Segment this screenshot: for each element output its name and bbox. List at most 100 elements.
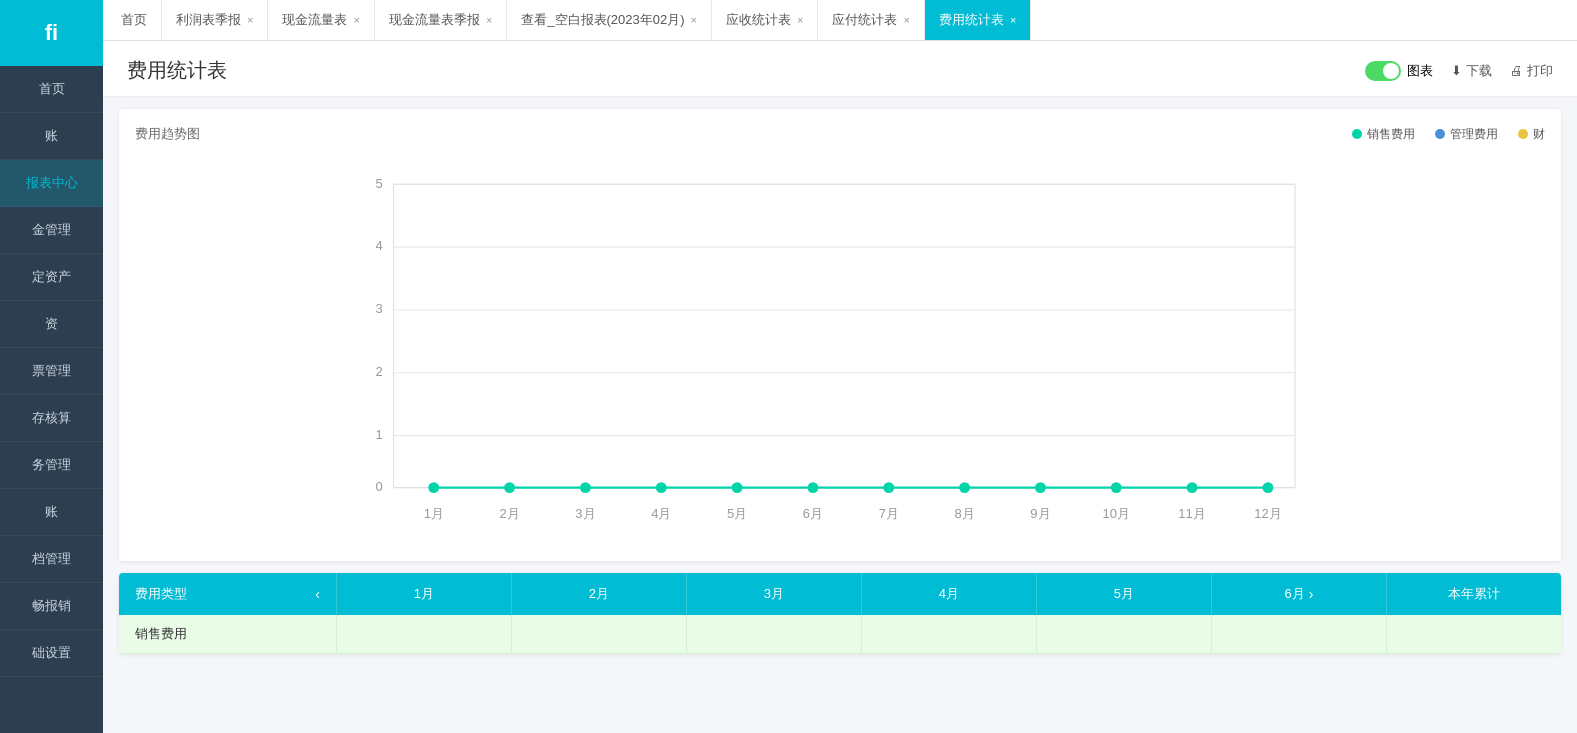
svg-text:0: 0 (376, 479, 383, 494)
td-sales-4 (862, 615, 1037, 653)
print-icon: 🖨 (1510, 63, 1523, 78)
next-month-button[interactable]: › (1309, 586, 1314, 602)
svg-text:5月: 5月 (727, 506, 747, 521)
th-month-4: 4月 (862, 573, 1037, 615)
td-sales-ytd (1387, 615, 1561, 653)
svg-point-28 (656, 482, 667, 493)
th-month-3: 3月 (687, 573, 862, 615)
svg-point-30 (808, 482, 819, 493)
download-button[interactable]: ⬇ 下载 (1451, 62, 1492, 80)
download-icon: ⬇ (1451, 63, 1462, 78)
tab-close-cashflow[interactable]: × (353, 14, 359, 26)
svg-text:6月: 6月 (803, 506, 823, 521)
svg-text:4月: 4月 (651, 506, 671, 521)
td-sales-5 (1037, 615, 1212, 653)
sidebar-item-home[interactable]: 首页 (0, 66, 103, 113)
tab-receivable[interactable]: 应收统计表 × (712, 0, 818, 40)
td-sales-1 (337, 615, 512, 653)
chart-toggle-wrapper: 图表 (1365, 61, 1433, 81)
chart-container: 5 4 3 2 1 0 1月 2月 (135, 155, 1545, 545)
svg-text:7月: 7月 (879, 506, 899, 521)
svg-point-34 (1111, 482, 1122, 493)
page-header: 费用统计表 图表 ⬇ 下载 🖨 打印 (103, 41, 1577, 97)
sidebar-logo: fi (0, 0, 103, 66)
svg-point-31 (883, 482, 894, 493)
content-area: 费用统计表 图表 ⬇ 下载 🖨 打印 费用趋势图 (103, 41, 1577, 733)
legend-dot-sales (1352, 129, 1362, 139)
tab-close-cashflow-quarterly[interactable]: × (486, 14, 492, 26)
tab-expense-stats[interactable]: 费用统计表 × (925, 0, 1031, 40)
tab-close-receivable[interactable]: × (797, 14, 803, 26)
sidebar-item-inventory[interactable]: 存核算 (0, 395, 103, 442)
legend-dot-admin (1435, 129, 1445, 139)
td-sales-2 (512, 615, 687, 653)
sidebar-item-settings[interactable]: 础设置 (0, 630, 103, 677)
chart-header: 费用趋势图 销售费用 管理费用 财 (135, 125, 1545, 143)
legend-label-sales: 销售费用 (1367, 126, 1415, 143)
svg-point-25 (428, 482, 439, 493)
page-title: 费用统计表 (127, 57, 227, 84)
chart-title: 费用趋势图 (135, 125, 200, 143)
td-sales-6 (1212, 615, 1387, 653)
svg-text:2月: 2月 (499, 506, 519, 521)
legend-sales: 销售费用 (1352, 126, 1415, 143)
svg-point-32 (959, 482, 970, 493)
svg-rect-12 (394, 184, 1295, 487)
svg-text:3月: 3月 (575, 506, 595, 521)
th-type: 费用类型 ‹ (119, 573, 337, 615)
print-button[interactable]: 🖨 打印 (1510, 62, 1553, 80)
legend-label-finance: 财 (1533, 126, 1545, 143)
sidebar-item-archive[interactable]: 档管理 (0, 536, 103, 583)
tab-profit-quarterly[interactable]: 利润表季报 × (162, 0, 268, 40)
svg-point-29 (732, 482, 743, 493)
sidebar: fi 首页 账 报表中心 金管理 定资产 资 票管理 存核算 务管理 账 档管理… (0, 0, 103, 733)
th-month-6: 6月 › (1212, 573, 1387, 615)
sidebar-item-assets[interactable]: 定资产 (0, 254, 103, 301)
legend-admin: 管理费用 (1435, 126, 1498, 143)
td-sales-type: 销售费用 (119, 615, 337, 653)
tab-payable[interactable]: 应付统计表 × (818, 0, 924, 40)
sidebar-item-capital[interactable]: 资 (0, 301, 103, 348)
tab-close-payable[interactable]: × (903, 14, 909, 26)
sidebar-item-expense[interactable]: 畅报销 (0, 583, 103, 630)
chart-section: 费用趋势图 销售费用 管理费用 财 (119, 109, 1561, 561)
svg-text:10月: 10月 (1103, 506, 1130, 521)
sidebar-item-account[interactable]: 账 (0, 113, 103, 160)
sidebar-item-invoice[interactable]: 票管理 (0, 348, 103, 395)
tab-close-expense-stats[interactable]: × (1010, 14, 1016, 26)
sidebar-item-ledger[interactable]: 账 (0, 489, 103, 536)
th-month-5: 5月 (1037, 573, 1212, 615)
tab-close-blank-report[interactable]: × (691, 14, 697, 26)
data-table: 费用类型 ‹ 1月 2月 3月 4月 5月 6月 › 本年累计 销售费用 (119, 573, 1561, 654)
chart-legend: 销售费用 管理费用 财 (1352, 126, 1545, 143)
tab-cashflow-quarterly[interactable]: 现金流量表季报 × (375, 0, 507, 40)
svg-text:11月: 11月 (1178, 506, 1205, 521)
sidebar-item-reports[interactable]: 报表中心 (0, 160, 103, 207)
line-chart-svg: 5 4 3 2 1 0 1月 2月 (135, 155, 1545, 545)
sidebar-item-service[interactable]: 务管理 (0, 442, 103, 489)
svg-text:2: 2 (376, 364, 383, 379)
td-sales-3 (687, 615, 862, 653)
tab-home[interactable]: 首页 (107, 0, 162, 40)
svg-point-35 (1187, 482, 1198, 493)
chart-toggle-label: 图表 (1407, 62, 1433, 80)
svg-text:9月: 9月 (1030, 506, 1050, 521)
legend-finance: 财 (1518, 126, 1545, 143)
svg-text:3: 3 (376, 301, 383, 316)
th-month-2: 2月 (512, 573, 687, 615)
sidebar-item-cash[interactable]: 金管理 (0, 207, 103, 254)
legend-dot-finance (1518, 129, 1528, 139)
svg-point-33 (1035, 482, 1046, 493)
table-header: 费用类型 ‹ 1月 2月 3月 4月 5月 6月 › 本年累计 (119, 573, 1561, 615)
th-month-1: 1月 (337, 573, 512, 615)
table-row-sales: 销售费用 (119, 615, 1561, 654)
svg-point-36 (1263, 482, 1274, 493)
svg-text:1: 1 (376, 427, 383, 442)
tab-blank-report[interactable]: 查看_空白报表(2023年02月) × (507, 0, 712, 40)
chart-toggle[interactable] (1365, 61, 1401, 81)
tab-close-profit-quarterly[interactable]: × (247, 14, 253, 26)
prev-month-button[interactable]: ‹ (315, 586, 320, 602)
th-ytd: 本年累计 (1387, 573, 1561, 615)
tab-cashflow[interactable]: 现金流量表 × (268, 0, 374, 40)
th-type-label: 费用类型 (135, 585, 187, 603)
